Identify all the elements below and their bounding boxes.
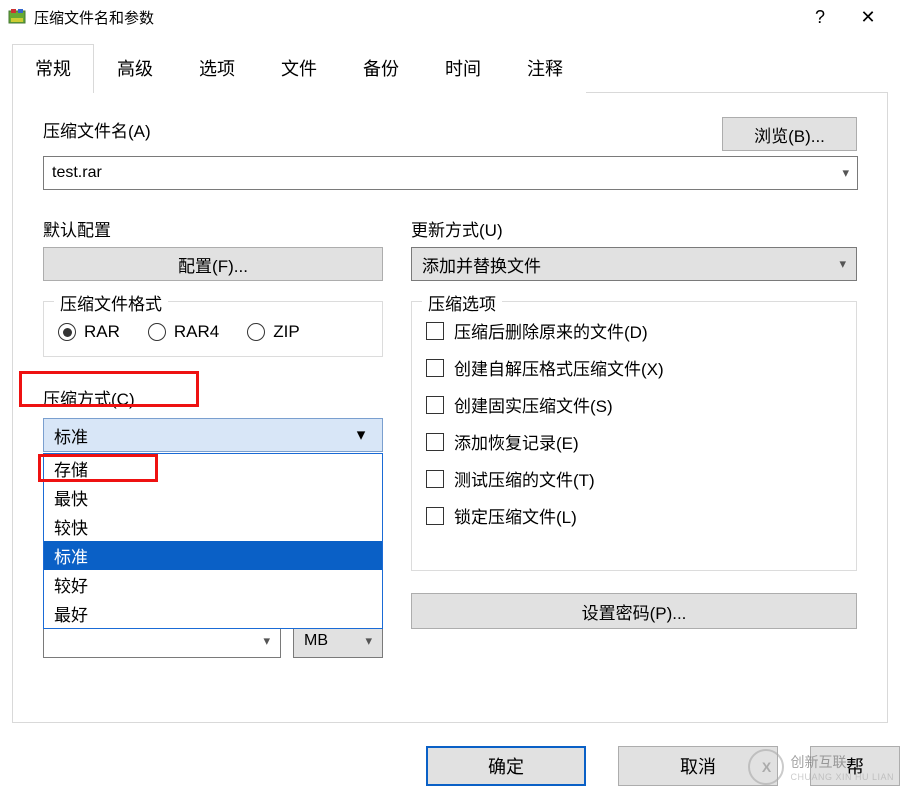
watermark-logo-icon: X	[748, 749, 784, 785]
checkbox-icon	[426, 470, 444, 488]
help-icon[interactable]: ?	[796, 0, 844, 34]
filename-input[interactable]: test.rar ▾	[43, 156, 858, 190]
radio-dot-icon	[58, 323, 76, 341]
ok-button[interactable]: 确定	[426, 746, 586, 786]
compress-method-block: 压缩方式(C) 标准 ▾ 存储 最快 较快 标准 较好 最好	[43, 385, 383, 452]
tab-general[interactable]: 常规	[12, 44, 94, 93]
chk-delete-after[interactable]: 压缩后删除原来的文件(D)	[426, 318, 842, 343]
general-panel: 压缩文件名(A) 浏览(B)... test.rar ▾ 默认配置 配置(F).…	[12, 93, 888, 723]
tab-time[interactable]: 时间	[422, 44, 504, 93]
split-row: ▾ MB ▾	[43, 624, 383, 658]
tab-backup[interactable]: 备份	[340, 44, 422, 93]
update-mode-combo[interactable]: 添加并替换文件 ▾	[411, 247, 857, 281]
set-password-button[interactable]: 设置密码(P)...	[411, 593, 857, 629]
tab-strip: 常规 高级 选项 文件 备份 时间 注释	[0, 44, 900, 93]
radio-rar4[interactable]: RAR4	[148, 322, 219, 342]
radio-rar[interactable]: RAR	[58, 322, 120, 342]
format-group: 压缩文件格式 RAR RAR4 ZIP	[43, 301, 383, 357]
option-normal[interactable]: 标准	[44, 541, 382, 570]
window-title: 压缩文件名和参数	[34, 7, 796, 28]
compress-method-combo[interactable]: 标准 ▾	[43, 418, 383, 452]
app-icon	[8, 8, 26, 26]
chevron-down-icon: ▾	[350, 424, 372, 446]
chk-lock[interactable]: 锁定压缩文件(L)	[426, 503, 842, 528]
watermark-subtext: CHUANG XIN HU LIAN	[790, 772, 894, 782]
filename-value: test.rar	[52, 164, 102, 182]
option-good[interactable]: 较好	[44, 570, 382, 599]
annotation-box-label	[19, 371, 199, 407]
compress-options-group: 压缩选项 压缩后删除原来的文件(D) 创建自解压格式压缩文件(X) 创建固实压缩…	[411, 301, 857, 571]
config-button[interactable]: 配置(F)...	[43, 247, 383, 281]
tab-options[interactable]: 选项	[176, 44, 258, 93]
chevron-down-icon: ▾	[263, 633, 270, 649]
browse-button[interactable]: 浏览(B)...	[722, 117, 857, 151]
watermark: X 创新互联 CHUANG XIN HU LIAN	[748, 749, 894, 785]
checkbox-icon	[426, 396, 444, 414]
chevron-down-icon: ▾	[842, 165, 849, 181]
close-icon[interactable]: ✕	[844, 0, 892, 34]
update-mode-value: 添加并替换文件	[422, 252, 541, 277]
split-unit-value: MB	[304, 632, 328, 650]
filename-label: 压缩文件名(A)	[43, 117, 704, 142]
titlebar: 压缩文件名和参数 ? ✕	[0, 0, 900, 34]
radio-circle-icon	[148, 323, 166, 341]
update-mode-label: 更新方式(U)	[411, 216, 857, 241]
radio-circle-icon	[247, 323, 265, 341]
checkbox-icon	[426, 433, 444, 451]
checkbox-icon	[426, 359, 444, 377]
chevron-down-icon: ▾	[839, 256, 846, 272]
compress-method-dropdown: 存储 最快 较快 标准 较好 最好	[43, 453, 383, 629]
chk-test[interactable]: 测试压缩的文件(T)	[426, 466, 842, 491]
tab-advanced[interactable]: 高级	[94, 44, 176, 93]
radio-zip[interactable]: ZIP	[247, 322, 299, 342]
chevron-down-icon: ▾	[365, 633, 372, 649]
tab-files[interactable]: 文件	[258, 44, 340, 93]
option-fast[interactable]: 较快	[44, 512, 382, 541]
chk-recovery[interactable]: 添加恢复记录(E)	[426, 429, 842, 454]
tab-comment[interactable]: 注释	[504, 44, 586, 93]
chk-solid[interactable]: 创建固实压缩文件(S)	[426, 392, 842, 417]
compress-options-legend: 压缩选项	[422, 290, 502, 315]
checkbox-icon	[426, 507, 444, 525]
annotation-box-option	[38, 454, 158, 482]
split-size-input[interactable]: ▾	[43, 624, 281, 658]
option-fastest[interactable]: 最快	[44, 483, 382, 512]
chk-sfx[interactable]: 创建自解压格式压缩文件(X)	[426, 355, 842, 380]
default-config-label: 默认配置	[43, 216, 383, 241]
option-best[interactable]: 最好	[44, 599, 382, 628]
compress-method-value: 标准	[54, 423, 88, 448]
watermark-text: 创新互联	[790, 752, 894, 772]
format-legend: 压缩文件格式	[54, 290, 168, 315]
checkbox-icon	[426, 322, 444, 340]
split-unit-combo[interactable]: MB ▾	[293, 624, 383, 658]
